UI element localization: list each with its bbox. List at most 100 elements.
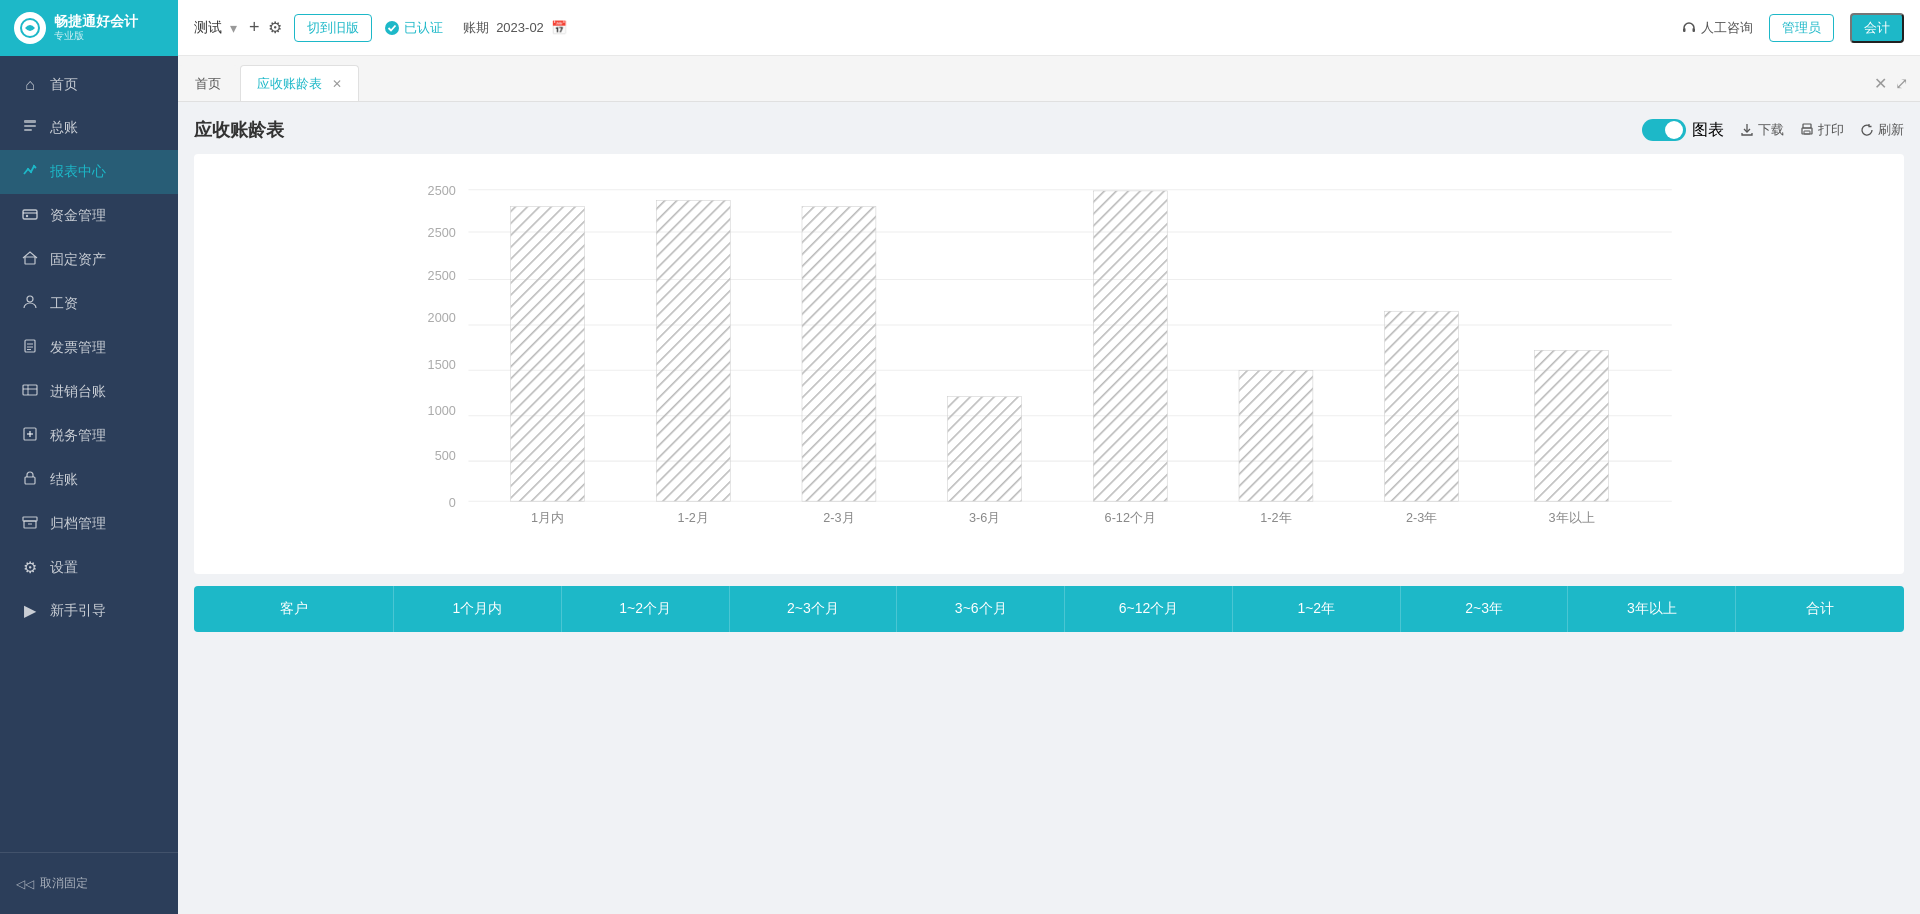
tab-aging-label: 应收账龄表 bbox=[257, 75, 322, 93]
svg-text:1月内: 1月内 bbox=[531, 511, 564, 525]
cancel-fixed-label: 取消固定 bbox=[40, 875, 88, 892]
svg-rect-56 bbox=[1385, 311, 1459, 501]
period-value: 2023-02 bbox=[496, 20, 544, 35]
sidebar-item-reports[interactable]: 报表中心 bbox=[0, 150, 178, 194]
guide-icon: ▶ bbox=[20, 601, 40, 620]
th-1month: 1个月内 bbox=[394, 586, 562, 632]
page-header: 应收账龄表 图表 下载 bbox=[194, 118, 1904, 142]
tab-close-button[interactable]: ✕ bbox=[1874, 74, 1887, 93]
th-1-2year: 1~2年 bbox=[1233, 586, 1401, 632]
workspace-dropdown-icon: ▾ bbox=[230, 20, 237, 36]
svg-rect-52 bbox=[802, 207, 876, 502]
refresh-button[interactable]: 刷新 bbox=[1860, 121, 1904, 139]
sidebar-item-tax[interactable]: 税务管理 bbox=[0, 414, 178, 458]
sidebar-item-trade[interactable]: 进销台账 bbox=[0, 370, 178, 414]
tab-aging-close-icon[interactable]: ✕ bbox=[332, 77, 342, 91]
sidebar-item-close[interactable]: 结账 bbox=[0, 458, 178, 502]
svg-text:2-3月: 2-3月 bbox=[823, 511, 854, 525]
svg-rect-54 bbox=[1093, 191, 1167, 501]
svg-point-9 bbox=[26, 215, 28, 217]
chart-toggle-wrapper: 图表 bbox=[1642, 119, 1724, 141]
calendar-icon[interactable]: 📅 bbox=[551, 20, 567, 35]
chart-toggle-label: 图表 bbox=[1692, 120, 1724, 141]
sidebar-item-assets[interactable]: 固定资产 bbox=[0, 238, 178, 282]
print-label: 打印 bbox=[1818, 121, 1844, 139]
svg-rect-57 bbox=[1535, 350, 1609, 501]
main-wrapper: 测试 ▾ + ⚙ 切到旧版 已认证 账期 2023-02 📅 bbox=[178, 0, 1920, 914]
refresh-label: 刷新 bbox=[1878, 121, 1904, 139]
print-button[interactable]: 打印 bbox=[1800, 121, 1844, 139]
invoice-icon bbox=[20, 338, 40, 358]
sidebar-item-ledger-label: 总账 bbox=[50, 119, 78, 137]
chart-toggle[interactable] bbox=[1642, 119, 1686, 141]
workspace-selector[interactable]: 测试 ▾ bbox=[194, 19, 237, 37]
sidebar-item-archive[interactable]: 归档管理 bbox=[0, 502, 178, 546]
tab-expand-button[interactable]: ⤢ bbox=[1895, 74, 1908, 93]
sidebar-item-guide[interactable]: ▶ 新手引导 bbox=[0, 589, 178, 632]
accountant-button[interactable]: 会计 bbox=[1850, 13, 1904, 43]
svg-point-11 bbox=[27, 296, 33, 302]
workspace-settings-icon[interactable]: ⚙ bbox=[268, 18, 282, 37]
svg-rect-16 bbox=[23, 385, 37, 395]
funds-icon bbox=[20, 206, 40, 226]
sidebar-item-ledger[interactable]: 总账 bbox=[0, 106, 178, 150]
svg-rect-3 bbox=[24, 129, 32, 131]
cancel-fixed-button[interactable]: ◁◁ 取消固定 bbox=[0, 865, 178, 902]
tab-home-label: 首页 bbox=[195, 75, 221, 93]
download-button[interactable]: 下载 bbox=[1740, 121, 1784, 139]
home-icon: ⌂ bbox=[20, 76, 40, 94]
print-icon bbox=[1800, 123, 1814, 137]
logo-subtitle: 专业版 bbox=[54, 29, 138, 43]
svg-point-5 bbox=[30, 171, 32, 173]
period-info: 账期 2023-02 📅 bbox=[463, 19, 568, 37]
sidebar-item-payroll[interactable]: 工资 bbox=[0, 282, 178, 326]
svg-text:3年以上: 3年以上 bbox=[1548, 511, 1594, 525]
table-header: 客户 1个月内 1~2个月 2~3个月 3~6个月 6~12个月 1~2年 2~… bbox=[194, 586, 1904, 632]
svg-rect-12 bbox=[25, 340, 35, 352]
payroll-icon bbox=[20, 294, 40, 314]
sidebar-item-archive-label: 归档管理 bbox=[50, 515, 106, 533]
th-1-2month: 1~2个月 bbox=[562, 586, 730, 632]
svg-text:2500: 2500 bbox=[428, 226, 456, 240]
close-account-icon bbox=[20, 470, 40, 490]
headset-icon bbox=[1681, 20, 1697, 36]
assets-icon bbox=[20, 250, 40, 270]
bar-chart: 2500 2500 2500 2000 1500 1000 500 0 bbox=[214, 174, 1884, 554]
svg-point-26 bbox=[385, 21, 399, 35]
svg-text:3-6月: 3-6月 bbox=[969, 511, 1000, 525]
manager-button[interactable]: 管理员 bbox=[1769, 14, 1834, 42]
workspace-name: 测试 bbox=[194, 19, 222, 37]
consulting-label: 人工咨询 bbox=[1701, 19, 1753, 37]
toggle-knob bbox=[1665, 121, 1683, 139]
chart-area: 2500 2500 2500 2000 1500 1000 500 0 bbox=[194, 154, 1904, 574]
sidebar: 畅捷通好会计 专业版 ⌂ 首页 总账 报表中心 资金管理 bbox=[0, 0, 178, 914]
svg-text:2500: 2500 bbox=[428, 184, 456, 198]
switch-old-version-button[interactable]: 切到旧版 bbox=[294, 14, 372, 42]
svg-text:500: 500 bbox=[435, 449, 456, 463]
svg-text:2500: 2500 bbox=[428, 269, 456, 283]
logo-app-name: 畅捷通好会计 bbox=[54, 13, 138, 30]
sidebar-item-funds[interactable]: 资金管理 bbox=[0, 194, 178, 238]
sidebar-item-home[interactable]: ⌂ 首页 bbox=[0, 64, 178, 106]
period-text: 账期 bbox=[463, 20, 489, 35]
sidebar-logo: 畅捷通好会计 专业版 bbox=[0, 0, 178, 56]
page-content: 应收账龄表 图表 下载 bbox=[178, 102, 1920, 914]
svg-rect-2 bbox=[24, 125, 36, 127]
sidebar-item-invoice-label: 发票管理 bbox=[50, 339, 106, 357]
topbar-actions: + ⚙ bbox=[249, 17, 282, 38]
svg-rect-22 bbox=[25, 477, 35, 484]
add-workspace-icon[interactable]: + bbox=[249, 17, 260, 38]
sidebar-item-trade-label: 进销台账 bbox=[50, 383, 106, 401]
svg-text:1-2月: 1-2月 bbox=[678, 511, 709, 525]
svg-text:2-3年: 2-3年 bbox=[1406, 511, 1437, 525]
svg-text:0: 0 bbox=[449, 496, 456, 510]
svg-text:1000: 1000 bbox=[428, 404, 456, 418]
svg-rect-53 bbox=[948, 397, 1022, 502]
sidebar-item-invoice[interactable]: 发票管理 bbox=[0, 326, 178, 370]
consulting-button[interactable]: 人工咨询 bbox=[1681, 19, 1753, 37]
sidebar-item-settings[interactable]: ⚙ 设置 bbox=[0, 546, 178, 589]
tab-home[interactable]: 首页 bbox=[178, 65, 238, 101]
tab-aging[interactable]: 应收账龄表 ✕ bbox=[240, 65, 359, 101]
sidebar-item-reports-label: 报表中心 bbox=[50, 163, 106, 181]
th-3-6month: 3~6个月 bbox=[897, 586, 1065, 632]
